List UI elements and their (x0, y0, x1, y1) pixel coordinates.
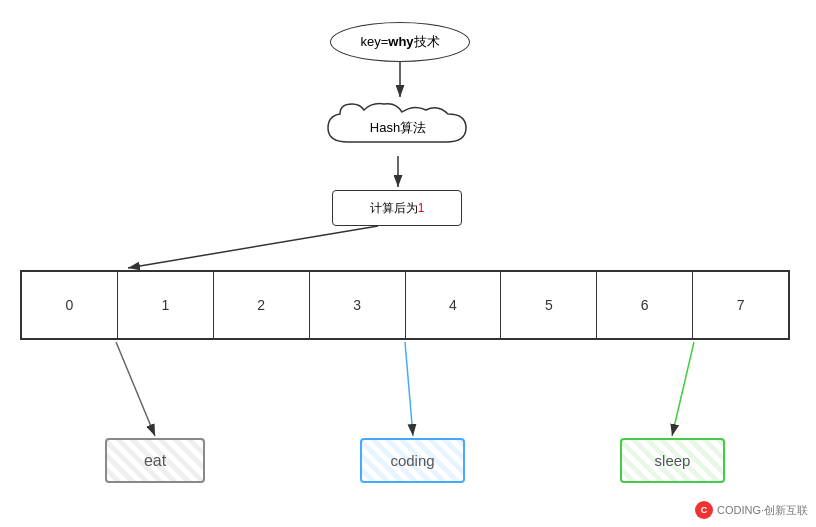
arrow-array7-to-sleep (672, 342, 694, 436)
arrow-array4-to-coding (405, 342, 413, 436)
key-label: key=why技术 (360, 33, 439, 51)
diagram-container: key=why技术 Hash算法 计算后为1 0 1 2 3 4 5 6 7 e… (0, 0, 816, 527)
hash-label: Hash算法 (370, 119, 426, 137)
array-cell-5: 5 (501, 272, 597, 338)
coding-node: coding (360, 438, 465, 483)
array-cell-2: 2 (214, 272, 310, 338)
arrow-result-to-array (128, 226, 378, 268)
eat-node: eat (105, 438, 205, 483)
sleep-node: sleep (620, 438, 725, 483)
watermark-text: CODING·创新互联 (717, 503, 808, 518)
result-label: 计算后为1 (370, 200, 425, 217)
array-cell-7: 7 (693, 272, 788, 338)
array-cell-0: 0 (22, 272, 118, 338)
eat-label: eat (144, 452, 166, 470)
key-node: key=why技术 (330, 22, 470, 62)
coding-label: coding (390, 452, 434, 469)
array-cell-6: 6 (597, 272, 693, 338)
array-cell-3: 3 (310, 272, 406, 338)
array-cell-4: 4 (406, 272, 502, 338)
key-bold: why (388, 34, 413, 49)
hash-node: Hash算法 (318, 100, 478, 155)
arrow-array1-to-eat (116, 342, 155, 436)
result-node: 计算后为1 (332, 190, 462, 226)
watermark: C CODING·创新互联 (695, 501, 808, 519)
array-cell-1: 1 (118, 272, 214, 338)
array-container: 0 1 2 3 4 5 6 7 (20, 270, 790, 340)
watermark-icon: C (695, 501, 713, 519)
sleep-label: sleep (655, 452, 691, 469)
